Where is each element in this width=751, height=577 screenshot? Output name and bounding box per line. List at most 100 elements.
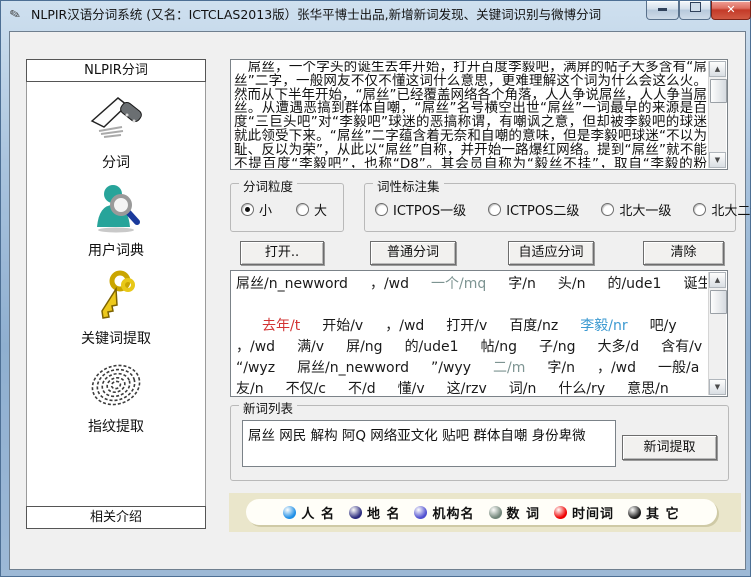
radio-icon[interactable] [488,203,501,216]
radio-icon[interactable] [296,203,309,216]
legend-label: 时间词 [572,503,614,522]
title-bar[interactable]: ✎ NLPIR汉语分词系统 (又名：ICTCLAS2013版）张华平博士出品,新… [1,1,750,31]
scroll-thumb[interactable] [710,79,727,103]
scroll-up-icon[interactable]: ▲ [709,61,726,77]
clear-button[interactable]: 清除 [643,241,724,265]
source-scrollbar[interactable]: ▲ ▼ [708,61,726,168]
sidebar-item-fingerprint-extraction[interactable]: 指纹提取 [87,357,145,436]
app-window: ✎ NLPIR汉语分词系统 (又名：ICTCLAS2013版）张华平博士出品,新… [0,0,751,577]
result-token: 去年/t [262,316,300,337]
pos-tagset-group: 词性标注集 ICTPOS一级ICTPOS二级北大一级北大二级 [364,183,736,232]
sidebar-item-segment[interactable]: 分词 [87,93,145,172]
result-token: ，/wd [597,358,636,379]
sidebar-item-user-dictionary[interactable]: 用户词典 [87,181,145,260]
legend-bar: 人 名地 名机构名数 词时间词其 它 [229,493,741,532]
result-token: “/wyz [236,358,275,379]
result-line: 友/n不仅/c不/d懂/v这/rzv词/n什么/ry意思/n [236,379,707,395]
scroll-down-icon[interactable]: ▼ [709,152,726,168]
result-line: “/wyz屌丝/n_newword”/wyy二/m字/n，/wd一般/a网 [236,358,707,379]
result-token: 子/ng [539,337,575,358]
result-token: 什么/ry [558,379,605,395]
result-token: 大多/d [598,337,640,358]
legend-dot-icon [414,506,427,519]
knife-icon [87,93,145,149]
legend-dot-icon [628,506,641,519]
result-token: ，/wd [385,316,424,337]
app-pen-icon: ✎ [8,5,28,25]
result-token: 字/n [547,358,575,379]
granularity-title: 分词粒度 [239,176,297,195]
legend-item: 其 它 [628,503,680,522]
radio-label: 大 [314,200,327,219]
pos-tagset-radio-ICTPOS二级[interactable]: ICTPOS二级 [488,200,579,219]
legend-dot-icon [349,506,362,519]
sidebar-footer-related-intro[interactable]: 相关介绍 [26,506,206,529]
new-word-textbox[interactable]: 屌丝 网民 解构 阿Q 网络亚文化 贴吧 群体自嘲 身份卑微 [242,420,616,467]
result-line: 屌丝/n_newword，/wd一个/mq字/n头/n的/ude1诞生/vn [236,274,707,295]
legend-label: 机构名 [432,503,474,522]
maximize-icon [690,2,701,12]
adaptive-segment-button[interactable]: 自适应分词 [508,241,594,265]
result-token: 屌丝/n_newword [297,358,409,379]
legend-label: 其 它 [646,503,680,522]
scroll-thumb[interactable] [710,290,727,314]
result-token: 百度/nz [509,316,558,337]
result-token: ，/wd [370,274,409,295]
result-token: 二/m [493,358,525,379]
sidebar-items: 分词 用户词典 [27,84,205,436]
result-token: ，/wd [236,337,275,358]
result-textarea[interactable]: 屌丝/n_newword，/wd一个/mq字/n头/n的/ude1诞生/vn 去… [230,270,728,397]
result-scrollbar[interactable]: ▲ ▼ [708,272,726,395]
sidebar: NLPIR分词 分词 [26,59,206,529]
scroll-down-icon[interactable]: ▼ [709,379,726,395]
result-token: 诞生/vn [683,274,707,295]
pos-tagset-options: ICTPOS一级ICTPOS二级北大一级北大二级 [375,200,731,219]
result-token: 的/ude1 [405,337,459,358]
sidebar-item-label: 关键词提取 [81,328,151,348]
pos-tagset-radio-北大二级[interactable]: 北大二级 [693,200,751,219]
result-token: 友/n [236,379,264,395]
fingerprint-icon [87,357,145,413]
result-token: 打开/v [446,316,487,337]
scroll-up-icon[interactable]: ▲ [709,272,726,288]
sidebar-item-keyword-extraction[interactable]: 关键词提取 [81,269,151,348]
new-word-content: 屌丝 网民 解构 阿Q 网络亚文化 贴吧 群体自嘲 身份卑微 [248,424,611,444]
legend-pill: 人 名地 名机构名数 词时间词其 它 [246,499,717,525]
close-button[interactable]: ✕ [711,1,751,20]
radio-label: 北大二级 [711,200,751,219]
pos-tagset-radio-北大一级[interactable]: 北大一级 [601,200,671,219]
legend-label: 人 名 [301,503,335,522]
result-token: 一般/a [658,358,699,379]
result-token: 的/ude1 [607,274,661,295]
radio-icon[interactable] [601,203,614,216]
granularity-radio-小[interactable]: 小 [241,200,272,219]
user-dictionary-icon [87,181,145,237]
result-token: 含有/v [661,337,702,358]
source-textarea[interactable]: 屌丝，一个字头的诞生去年开始，打开百度李毅吧，满屏的帖子大多含有“屌丝”二字，一… [230,59,728,170]
legend-dot-icon [283,506,296,519]
granularity-radio-大[interactable]: 大 [296,200,327,219]
radio-icon[interactable] [375,203,388,216]
granularity-options: 小大 [241,200,339,219]
result-token: 头/n [558,274,586,295]
normal-segment-button[interactable]: 普通分词 [370,241,456,265]
result-token: 懂/v [398,379,425,395]
client-area: NLPIR分词 分词 [9,31,746,570]
window-title: NLPIR汉语分词系统 (又名：ICTCLAS2013版）张华平博士出品,新增新… [31,1,601,31]
new-word-extract-button[interactable]: 新词提取 [622,435,717,460]
maximize-button[interactable] [679,1,711,20]
minimize-button[interactable] [646,1,679,20]
sidebar-header[interactable]: NLPIR分词 [26,59,206,82]
pos-tagset-radio-ICTPOS一级[interactable]: ICTPOS一级 [375,200,466,219]
result-token: 帖/ng [481,337,517,358]
result-token: ”/wyy [431,358,471,379]
sidebar-item-label: 用户词典 [88,240,144,260]
open-button[interactable]: 打开.. [240,241,324,265]
result-token: 不/d [348,379,376,395]
radio-icon[interactable] [693,203,706,216]
result-line: 去年/t开始/v，/wd打开/v百度/nz李毅/nr吧/y [236,316,707,337]
legend-label: 数 词 [507,503,541,522]
radio-icon[interactable] [241,203,254,216]
radio-label: ICTPOS一级 [393,200,466,219]
legend-item: 时间词 [554,503,614,522]
